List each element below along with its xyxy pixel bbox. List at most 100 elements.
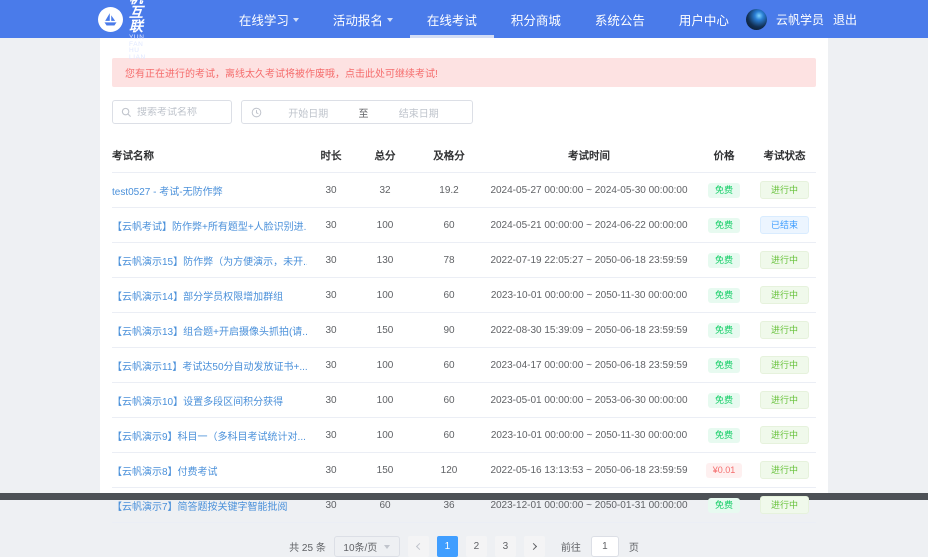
status-badge: 进行中 <box>760 181 809 199</box>
exam-name-link[interactable]: 【云帆演示10】设置多段区间积分获得 <box>112 393 307 408</box>
pass-score-cell: 60 <box>415 418 483 453</box>
exam-name-link[interactable]: 【云帆演示14】部分学员权限增加群组 <box>112 288 307 303</box>
exam-name-link[interactable]: 【云帆演示11】考试达50分自动发放证书+... <box>112 358 307 373</box>
status-badge: 进行中 <box>760 356 809 374</box>
pass-score-cell: 19.2 <box>415 173 483 208</box>
status-badge: 进行中 <box>760 496 809 514</box>
exam-time-cell: 2023-10-01 00:00:00 ~ 2050-11-30 00:00:0… <box>483 278 695 313</box>
nav-item-2[interactable]: 在线考试 <box>410 0 494 38</box>
user-area: 云帆学员 退出 <box>746 9 857 30</box>
page-unit-label: 页 <box>629 539 639 554</box>
chevron-right-icon <box>530 543 537 550</box>
page-button-2[interactable]: 2 <box>466 536 487 557</box>
search-icon <box>121 107 132 118</box>
next-page-button[interactable] <box>524 536 545 557</box>
pass-score-cell: 78 <box>415 243 483 278</box>
nav-item-4[interactable]: 系统公告 <box>578 0 662 38</box>
user-name[interactable]: 云帆学员 <box>776 11 824 28</box>
duration-cell: 30 <box>307 173 355 208</box>
column-header-1: 时长 <box>307 138 355 173</box>
nav-menu: 在线学习 活动报名 在线考试 积分商城 系统公告 用户中心 <box>222 0 746 38</box>
page-size-select[interactable]: 10条/页 <box>334 536 400 557</box>
sailboat-logo-icon <box>98 7 123 32</box>
exam-name-link[interactable]: 【云帆演示9】科目一（多科目考试统计对... <box>112 428 307 443</box>
page-button-1[interactable]: 1 <box>437 536 458 557</box>
status-badge: 进行中 <box>760 391 809 409</box>
logo[interactable]: 云帆互联 YUN FAN HU LIAN <box>98 0 146 61</box>
duration-cell: 30 <box>307 208 355 243</box>
table-row: 【云帆演示15】防作弊（为方便演示，未开... 30 130 78 2022-0… <box>112 243 816 278</box>
nav-item-1[interactable]: 活动报名 <box>316 0 410 38</box>
price-badge: 免费 <box>708 393 740 408</box>
duration-cell: 30 <box>307 313 355 348</box>
search-input[interactable] <box>137 107 223 118</box>
price-badge: 免费 <box>708 323 740 338</box>
price-badge: 免费 <box>708 183 740 198</box>
total-score-cell: 32 <box>355 173 415 208</box>
avatar[interactable] <box>746 9 767 30</box>
total-score-cell: 100 <box>355 278 415 313</box>
exam-in-progress-alert[interactable]: 您有正在进行的考试，离线太久考试将被作废哦，点击此处可继续考试! <box>112 58 816 87</box>
table-row: 【云帆演示11】考试达50分自动发放证书+... 30 100 60 2023-… <box>112 348 816 383</box>
exam-time-cell: 2022-05-16 13:13:53 ~ 2050-06-18 23:59:5… <box>483 453 695 488</box>
status-badge: 进行中 <box>760 286 809 304</box>
page-button-3[interactable]: 3 <box>495 536 516 557</box>
table-row: test0527 - 考试-无防作弊 30 32 19.2 2024-05-27… <box>112 173 816 208</box>
exam-name-link[interactable]: 【云帆演示13】组合题+开启摄像头抓拍(请... <box>112 323 307 338</box>
exam-name-link[interactable]: 【云帆演示8】付费考试 <box>112 463 307 478</box>
table-row: 【云帆演示7】简答题按关键字智能批阅 30 60 36 2023-12-01 0… <box>112 488 816 523</box>
column-header-6: 考试状态 <box>753 138 816 173</box>
prev-page-button[interactable] <box>408 536 429 557</box>
pagination: 共 25 条 10条/页 1 2 3 前往 页 <box>100 536 828 557</box>
price-badge: 免费 <box>708 358 740 373</box>
pass-score-cell: 60 <box>415 208 483 243</box>
nav-item-3[interactable]: 积分商城 <box>494 0 578 38</box>
main-panel: 您有正在进行的考试，离线太久考试将被作废哦，点击此处可继续考试! 开始日期 至 … <box>100 38 828 493</box>
logo-subtitle: YUN FAN HU LIAN <box>129 35 146 61</box>
pass-score-cell: 60 <box>415 348 483 383</box>
pass-score-cell: 36 <box>415 488 483 523</box>
filter-bar: 开始日期 至 结束日期 <box>112 100 816 124</box>
date-range-picker[interactable]: 开始日期 至 结束日期 <box>241 100 473 124</box>
goto-label: 前往 <box>561 539 581 554</box>
exam-name-link[interactable]: test0527 - 考试-无防作弊 <box>112 183 307 198</box>
pass-score-cell: 120 <box>415 453 483 488</box>
exam-time-cell: 2024-05-21 00:00:00 ~ 2024-06-22 00:00:0… <box>483 208 695 243</box>
total-score-cell: 100 <box>355 208 415 243</box>
price-badge: 免费 <box>708 218 740 233</box>
total-score-cell: 100 <box>355 348 415 383</box>
duration-cell: 30 <box>307 488 355 523</box>
table-header-row: 考试名称 时长 总分 及格分 考试时间 价格 考试状态 <box>112 138 816 173</box>
price-badge: 免费 <box>708 428 740 443</box>
table-row: 【云帆考试】防作弊+所有题型+人脸识别进... 30 100 60 2024-0… <box>112 208 816 243</box>
total-score-cell: 150 <box>355 453 415 488</box>
exam-time-cell: 2023-04-17 00:00:00 ~ 2050-06-18 23:59:5… <box>483 348 695 383</box>
duration-cell: 30 <box>307 418 355 453</box>
logo-title: 云帆互联 <box>129 0 146 33</box>
duration-cell: 30 <box>307 383 355 418</box>
nav-item-5[interactable]: 用户中心 <box>662 0 746 38</box>
chevron-down-icon <box>387 18 393 22</box>
nav-item-0[interactable]: 在线学习 <box>222 0 316 38</box>
column-header-2: 总分 <box>355 138 415 173</box>
status-badge: 进行中 <box>760 321 809 339</box>
table-row: 【云帆演示13】组合题+开启摄像头抓拍(请... 30 150 90 2022-… <box>112 313 816 348</box>
total-count: 共 25 条 <box>289 539 326 554</box>
column-header-5: 价格 <box>695 138 753 173</box>
column-header-3: 及格分 <box>415 138 483 173</box>
page-size-value: 10条/页 <box>343 539 377 554</box>
chevron-down-icon <box>293 18 299 22</box>
clock-icon <box>251 107 262 118</box>
exam-name-link[interactable]: 【云帆考试】防作弊+所有题型+人脸识别进... <box>112 218 307 233</box>
exam-time-cell: 2024-05-27 00:00:00 ~ 2024-05-30 00:00:0… <box>483 173 695 208</box>
search-box[interactable] <box>112 100 232 124</box>
duration-cell: 30 <box>307 453 355 488</box>
logout-link[interactable]: 退出 <box>833 11 857 28</box>
start-date-placeholder[interactable]: 开始日期 <box>264 105 353 120</box>
exam-name-link[interactable]: 【云帆演示15】防作弊（为方便演示，未开... <box>112 253 307 268</box>
price-badge: ¥0.01 <box>706 463 743 478</box>
price-badge: 免费 <box>708 253 740 268</box>
navbar: 云帆互联 YUN FAN HU LIAN 在线学习 活动报名 在线考试 积分商城… <box>0 0 928 38</box>
goto-page-input[interactable] <box>591 536 619 557</box>
end-date-placeholder[interactable]: 结束日期 <box>375 105 464 120</box>
